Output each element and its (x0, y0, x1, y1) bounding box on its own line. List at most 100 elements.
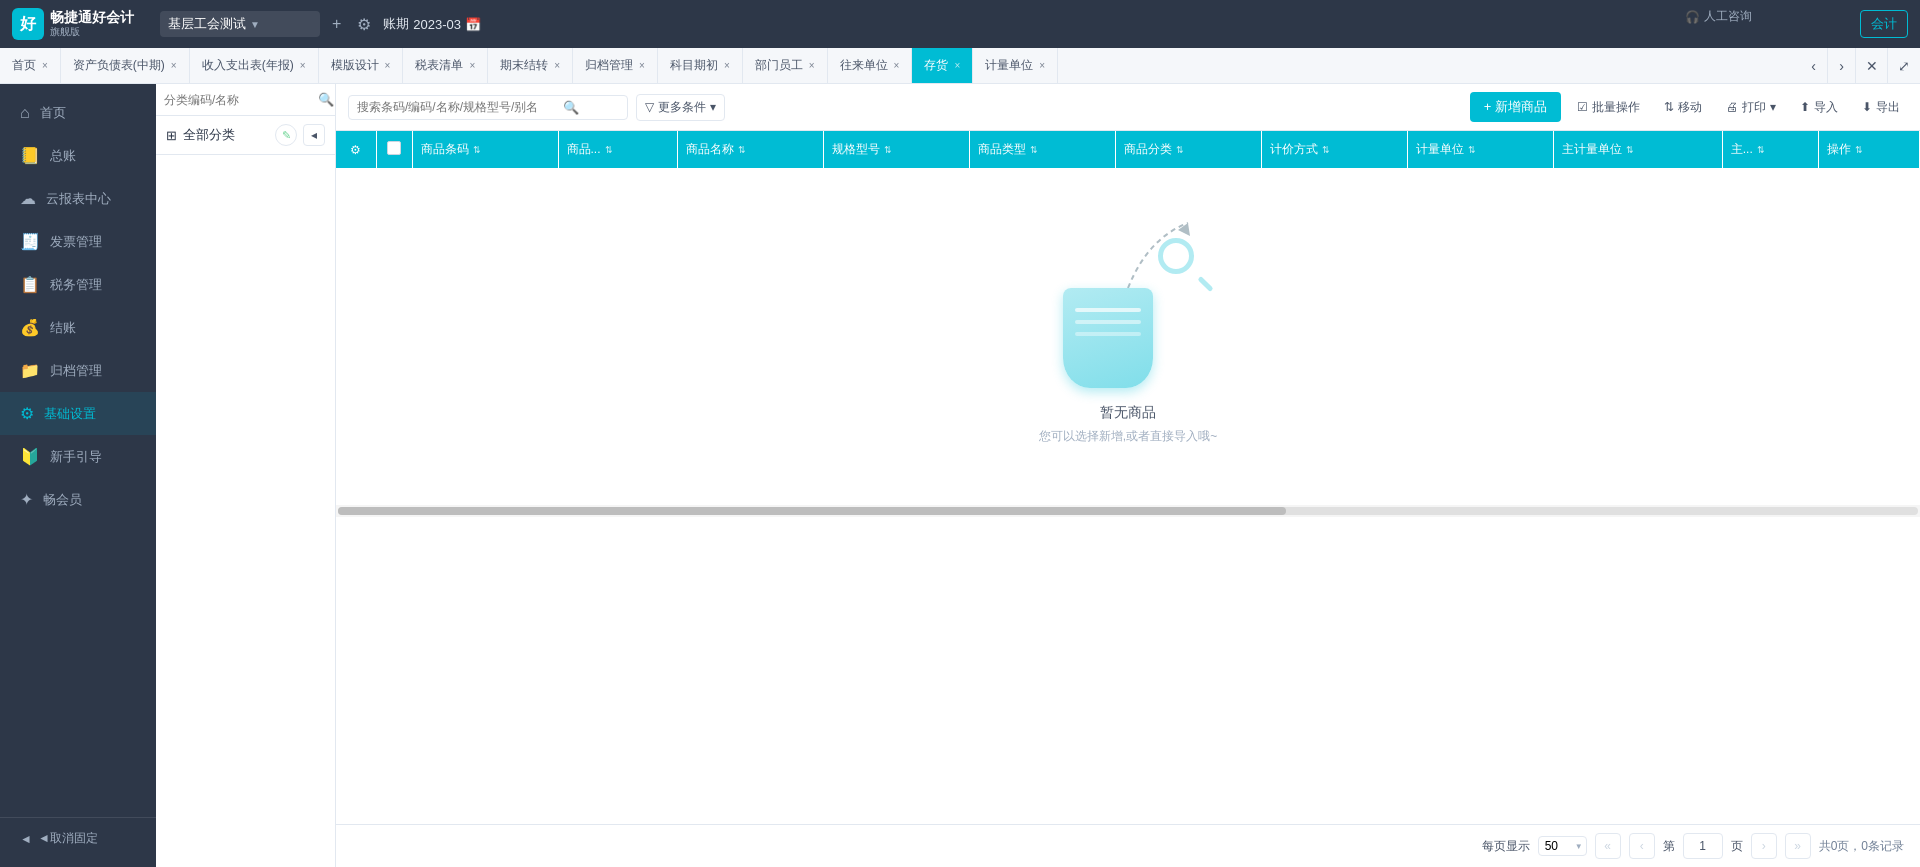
settings-gear-icon[interactable]: ⚙ (353, 15, 375, 34)
sort-icon[interactable]: ⇅ (1626, 145, 1634, 155)
sidebar-label-settle: 结账 (50, 319, 76, 337)
kuaiji-button[interactable]: 会计 (1860, 10, 1908, 38)
tab-close-icon[interactable]: × (171, 60, 177, 71)
empty-state: 暂无商品 您可以选择新增,或者直接导入哦~ (336, 168, 1920, 505)
sidebar-item-settings[interactable]: ⚙ 基础设置 (0, 392, 156, 435)
next-page-btn[interactable]: › (1751, 833, 1777, 859)
prev-page-btn[interactable]: ‹ (1629, 833, 1655, 859)
batch-btn[interactable]: ☑ 批量操作 (1569, 95, 1648, 120)
scrollbar-thumb[interactable] (338, 507, 1286, 515)
search-icon[interactable]: 🔍 (563, 100, 579, 115)
sort-icon[interactable]: ⇅ (1030, 145, 1038, 155)
tab-close-icon[interactable]: × (954, 60, 960, 71)
tab-close-icon[interactable]: × (639, 60, 645, 71)
human-service-btn[interactable]: 🎧 人工咨询 (1677, 4, 1760, 29)
header-checkbox[interactable] (387, 141, 401, 155)
vip-icon: ✦ (20, 490, 33, 509)
col-header-action[interactable]: 操作⇅ (1819, 131, 1920, 168)
sort-icon[interactable]: ⇅ (1855, 145, 1863, 155)
import-btn[interactable]: ⬆ 导入 (1792, 95, 1846, 120)
sort-icon[interactable]: ⇅ (1322, 145, 1330, 155)
tab-close-all[interactable]: ✕ (1856, 48, 1888, 83)
company-selector[interactable]: 基层工会测试 ▼ (160, 11, 320, 37)
tab-nav-right[interactable]: › (1828, 48, 1856, 83)
col-header-name[interactable]: 商品名称⇅ (677, 131, 823, 168)
first-page-btn[interactable]: « (1595, 833, 1621, 859)
export-btn[interactable]: ⬇ 导出 (1854, 95, 1908, 120)
col-header-unit[interactable]: 计量单位⇅ (1407, 131, 1553, 168)
tab-close-icon[interactable]: × (809, 60, 815, 71)
sidebar-item-settle[interactable]: 💰 结账 (0, 306, 156, 349)
sidebar-item-invoice[interactable]: 🧾 发票管理 (0, 220, 156, 263)
sidebar-item-guide[interactable]: 🔰 新手引导 (0, 435, 156, 478)
col-header-settings[interactable]: ⚙ (336, 131, 376, 168)
move-icon: ⇅ (1664, 100, 1674, 114)
filter-btn[interactable]: ▽ 更多条件 ▾ (636, 94, 725, 121)
tab-close-icon[interactable]: × (554, 60, 560, 71)
tab-close-icon[interactable]: × (42, 60, 48, 71)
sort-icon[interactable]: ⇅ (473, 145, 481, 155)
sidebar-item-ledger[interactable]: 📒 总账 (0, 134, 156, 177)
col-header-barcode[interactable]: 商品条码⇅ (412, 131, 558, 168)
tab-部门员工[interactable]: 部门员工× (743, 48, 828, 83)
unpin-sidebar-btn[interactable]: ◄ ◄取消固定 (0, 817, 156, 859)
new-product-btn[interactable]: + 新增商品 (1470, 92, 1561, 122)
tab-收入支出表(年报)[interactable]: 收入支出表(年报)× (190, 48, 319, 83)
sidebar-item-home[interactable]: ⌂ 首页 (0, 92, 156, 134)
sort-icon[interactable]: ⇅ (605, 145, 613, 155)
tab-close-icon[interactable]: × (724, 60, 730, 71)
col-header-type[interactable]: 商品类型⇅ (969, 131, 1115, 168)
sidebar-item-vip[interactable]: ✦ 畅会员 (0, 478, 156, 521)
sort-icon[interactable]: ⇅ (884, 145, 892, 155)
tab-nav-left[interactable]: ‹ (1800, 48, 1828, 83)
add-company-icon[interactable]: + (328, 15, 345, 33)
col-header-price_method[interactable]: 计价方式⇅ (1261, 131, 1407, 168)
tab-往来单位[interactable]: 往来单位× (828, 48, 913, 83)
collapse-panel-btn[interactable]: ◂ (303, 124, 325, 146)
print-btn[interactable]: 🖨 打印 ▾ (1718, 95, 1784, 120)
sidebar-label-tax: 税务管理 (50, 276, 102, 294)
category-search-input[interactable] (164, 93, 314, 107)
per-page-select[interactable]: 102050100 (1538, 836, 1587, 856)
tab-close-icon[interactable]: × (385, 60, 391, 71)
col-header-code[interactable]: 商品...⇅ (558, 131, 677, 168)
sort-icon[interactable]: ⇅ (1468, 145, 1476, 155)
edit-category-btn[interactable]: ✎ (275, 124, 297, 146)
col-header-main_unit[interactable]: 主计量单位⇅ (1553, 131, 1722, 168)
last-page-btn[interactable]: » (1785, 833, 1811, 859)
table-header: ⚙ 商品条码⇅商品...⇅商品名称⇅规格型号⇅商品类型⇅商品分类⇅计价方式⇅计量单… (336, 131, 1920, 168)
logo-icon: 好 (12, 8, 44, 40)
table-settings-icon[interactable]: ⚙ (350, 143, 361, 157)
col-header-category[interactable]: 商品分类⇅ (1115, 131, 1261, 168)
sort-icon[interactable]: ⇅ (1757, 145, 1765, 155)
sidebar-item-archive[interactable]: 📁 归档管理 (0, 349, 156, 392)
sort-icon[interactable]: ⇅ (738, 145, 746, 155)
tab-模版设计[interactable]: 模版设计× (319, 48, 404, 83)
category-search-icon[interactable]: 🔍 (318, 92, 334, 107)
col-header-check[interactable] (376, 131, 412, 168)
tab-税表清单[interactable]: 税表清单× (403, 48, 488, 83)
sidebar-item-tax[interactable]: 📋 税务管理 (0, 263, 156, 306)
tab-计量单位[interactable]: 计量单位× (973, 48, 1058, 83)
tab-科目期初[interactable]: 科目期初× (658, 48, 743, 83)
tab-expand[interactable]: ⤢ (1888, 48, 1920, 83)
move-btn[interactable]: ⇅ 移动 (1656, 95, 1710, 120)
tab-close-icon[interactable]: × (894, 60, 900, 71)
tab-close-icon[interactable]: × (300, 60, 306, 71)
col-header-col3[interactable]: 主...⇅ (1722, 131, 1819, 168)
calendar-icon[interactable]: 📅 (465, 17, 481, 32)
tab-归档管理[interactable]: 归档管理× (573, 48, 658, 83)
tab-期末结转[interactable]: 期末结转× (488, 48, 573, 83)
sidebar-item-reports[interactable]: ☁ 云报表中心 (0, 177, 156, 220)
tab-首页[interactable]: 首页× (0, 48, 61, 83)
tab-存货[interactable]: 存货× (912, 48, 973, 83)
tab-close-icon[interactable]: × (1039, 60, 1045, 71)
search-input[interactable] (357, 100, 557, 114)
horizontal-scrollbar[interactable] (336, 505, 1920, 517)
col-header-spec[interactable]: 规格型号⇅ (823, 131, 969, 168)
tab-资产负债表(中期)[interactable]: 资产负债表(中期)× (61, 48, 190, 83)
tab-close-icon[interactable]: × (469, 60, 475, 71)
sort-icon[interactable]: ⇅ (1176, 145, 1184, 155)
page-input[interactable] (1683, 833, 1723, 859)
import-label: 导入 (1814, 99, 1838, 116)
